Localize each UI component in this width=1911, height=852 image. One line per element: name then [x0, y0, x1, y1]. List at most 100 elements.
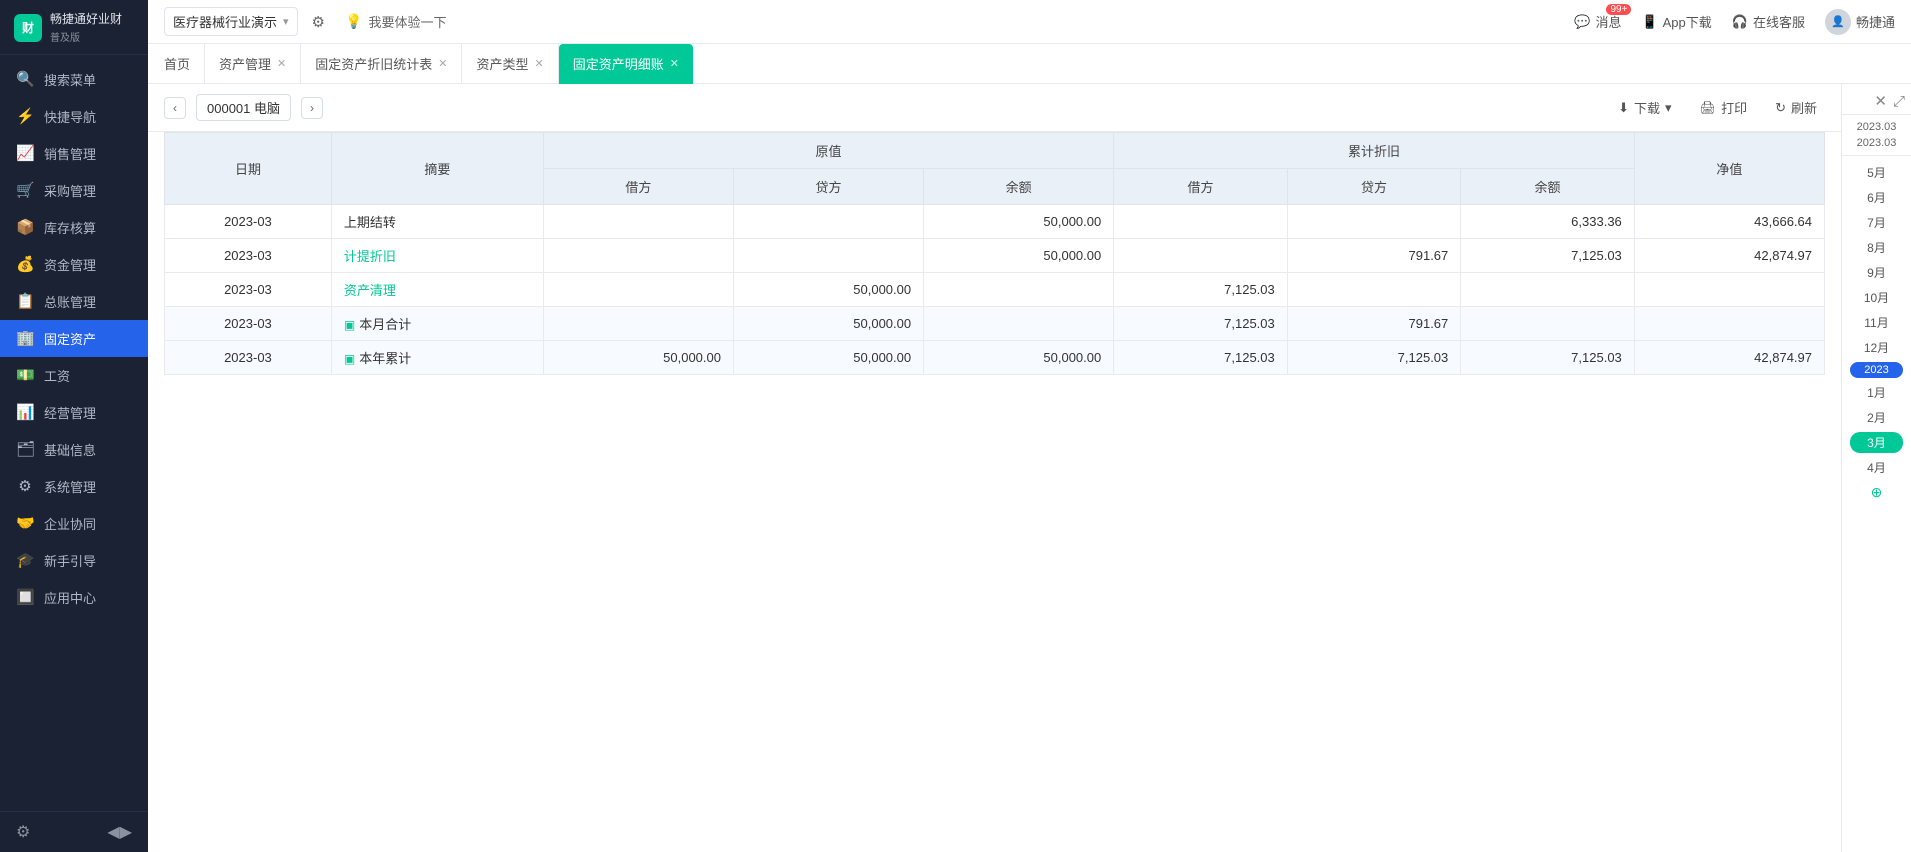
timeline-month[interactable]: 9月	[1842, 260, 1911, 285]
app-logo-icon: 财	[14, 14, 42, 42]
sidebar-icon: 🗂	[16, 440, 34, 458]
sidebar: 财 畅捷通好业财 普及版 🔍搜索菜单⚡快捷导航📈销售管理🛒采购管理📦库存核算💰资…	[0, 0, 148, 852]
sidebar-item-总账管理[interactable]: 📋 总账管理	[0, 283, 148, 320]
refresh-btn[interactable]: ↻ 刷新	[1767, 94, 1825, 121]
timeline-month[interactable]: 2月	[1842, 405, 1911, 430]
experience-label: 我要体验一下	[368, 12, 446, 31]
cell-jingzhi: 42,874.97	[1634, 239, 1824, 273]
sidebar-icon: ⚙	[16, 477, 34, 495]
cell-lj-df: 791.67	[1287, 239, 1461, 273]
cell-yz-jf	[543, 239, 733, 273]
messages-btn[interactable]: 💬 消息 99+	[1574, 12, 1621, 31]
sidebar-item-搜索菜单[interactable]: 🔍搜索菜单	[0, 61, 148, 98]
cell-lj-ye	[1461, 307, 1635, 341]
tab-label: 资产类型	[476, 54, 528, 73]
close-icon[interactable]: ✕	[1874, 92, 1887, 110]
topbar: 医疗器械行业演示 ▾ ⚙ 💡 我要体验一下 💬 消息 99+ 📱 App下载 🎧…	[148, 0, 1911, 44]
prev-arrow[interactable]: ‹	[164, 97, 186, 119]
table-row: 2023-03 ▣本月合计 50,000.00 7,125.03 791.67	[165, 307, 1825, 341]
online-service-label: 在线客服	[1753, 12, 1805, 31]
tab-close-icon[interactable]: ✕	[438, 57, 447, 70]
gear-icon[interactable]: ⚙	[312, 13, 325, 31]
timeline-active-month[interactable]: 3月	[1850, 432, 1903, 453]
sidebar-item-库存核算[interactable]: 📦库存核算	[0, 209, 148, 246]
col-yz-ye: 余额	[924, 169, 1114, 205]
timeline-down-arrow[interactable]: ⊕	[1842, 480, 1911, 505]
user-btn[interactable]: 👤 畅捷通	[1825, 9, 1895, 35]
avatar: 👤	[1825, 9, 1851, 35]
sidebar-item-系统管理[interactable]: ⚙系统管理	[0, 468, 148, 505]
tabs-bar: 首页资产管理✕固定资产折旧统计表✕ 资产类型 ✕ 固定资产明细账 ✕	[148, 44, 1911, 84]
sidebar-item-销售管理[interactable]: 📈销售管理	[0, 135, 148, 172]
tab-close-icon[interactable]: ✕	[670, 57, 679, 70]
timeline-month[interactable]: 8月	[1842, 235, 1911, 260]
cell-date: 2023-03	[165, 307, 332, 341]
cell-lj-ye: 7,125.03	[1461, 239, 1635, 273]
timeline-month[interactable]: 1月	[1842, 380, 1911, 405]
timeline-month[interactable]: 5月	[1842, 160, 1911, 185]
sidebar-item-应用中心[interactable]: 🔲应用中心	[0, 579, 148, 616]
cell-yz-jf	[543, 307, 733, 341]
next-arrow[interactable]: ›	[301, 97, 323, 119]
sidebar-label: 工资	[44, 366, 70, 385]
sidebar-label: 新手引导	[44, 551, 96, 570]
topbar-right: 💬 消息 99+ 📱 App下载 🎧 在线客服 👤 畅捷通	[1574, 9, 1895, 35]
col-jingzhi: 净值	[1634, 133, 1824, 205]
tab-首页[interactable]: 首页	[164, 44, 205, 84]
experience-btn[interactable]: 💡 我要体验一下	[345, 12, 446, 31]
cell-date: 2023-03	[165, 341, 332, 375]
timeline: 5月6月7月8月9月10月11月12月 2023 1月2月3月4月⊕	[1842, 156, 1911, 852]
app-download-btn[interactable]: 📱 App下载	[1641, 12, 1711, 31]
cell-lj-ye: 6,333.36	[1461, 205, 1635, 239]
collapse-icon[interactable]: ◀▶	[107, 822, 132, 842]
col-group-yuanzhi: 原值	[543, 133, 1113, 169]
sidebar-item-新手引导[interactable]: 🎓 新手引导	[0, 542, 148, 579]
sidebar-icon: 📋	[16, 292, 34, 310]
tab-close-icon[interactable]: ✕	[277, 57, 286, 70]
expand-icon[interactable]: ⤢	[1893, 93, 1905, 110]
timeline-month[interactable]: 10月	[1842, 285, 1911, 310]
download-btn[interactable]: ⬇ 下载 ▾	[1610, 94, 1679, 121]
sidebar-item-快捷导航[interactable]: ⚡快捷导航	[0, 98, 148, 135]
timeline-month[interactable]: 12月	[1842, 335, 1911, 360]
timeline-month[interactable]: 6月	[1842, 185, 1911, 210]
sidebar-item-固定资产[interactable]: 🏢固定资产	[0, 320, 148, 357]
timeline-month[interactable]: 4月	[1842, 455, 1911, 480]
cell-summary: 资产清理	[331, 273, 543, 307]
tab-label: 固定资产明细账	[573, 54, 664, 73]
sidebar-item-企业协同[interactable]: 🤝企业协同	[0, 505, 148, 542]
summary-icon: ▣	[344, 318, 355, 332]
sidebar-icon: 🔍	[16, 70, 34, 88]
sidebar-icon: 🎓	[16, 551, 34, 569]
timeline-month[interactable]: 7月	[1842, 210, 1911, 235]
sidebar-item-资金管理[interactable]: 💰资金管理	[0, 246, 148, 283]
cell-lj-jf	[1114, 205, 1288, 239]
sidebar-item-工资[interactable]: 💵工资	[0, 357, 148, 394]
online-service-btn[interactable]: 🎧 在线客服	[1732, 12, 1805, 31]
timeline-year-badge[interactable]: 2023	[1850, 362, 1903, 378]
tab-固定资产折旧统计表[interactable]: 固定资产折旧统计表✕	[301, 44, 462, 84]
sidebar-item-基础信息[interactable]: 🗂基础信息	[0, 431, 148, 468]
print-btn[interactable]: 🖨 打印	[1692, 94, 1756, 121]
tab-资产类型[interactable]: 资产类型 ✕	[462, 44, 558, 84]
col-lj-ye: 余额	[1461, 169, 1635, 205]
col-lj-jf: 借方	[1114, 169, 1288, 205]
sidebar-item-采购管理[interactable]: 🛒采购管理	[0, 172, 148, 209]
print-icon: 🖨	[1700, 100, 1717, 116]
tab-close-icon[interactable]: ✕	[535, 57, 544, 70]
col-yz-jf: 借方	[543, 169, 733, 205]
sidebar-icon: 📊	[16, 403, 34, 421]
company-selector[interactable]: 医疗器械行业演示 ▾	[164, 7, 298, 36]
cell-lj-jf: 7,125.03	[1114, 273, 1288, 307]
tab-资产管理[interactable]: 资产管理✕	[205, 44, 301, 84]
settings-icon[interactable]: ⚙	[16, 822, 30, 842]
timeline-month[interactable]: 11月	[1842, 310, 1911, 335]
sidebar-item-经营管理[interactable]: 📊经营管理	[0, 394, 148, 431]
messages-badge: 99+	[1606, 4, 1631, 15]
tab-固定资产明细账[interactable]: 固定资产明细账 ✕	[559, 44, 693, 84]
timeline-date-1: 2023.03	[1857, 115, 1897, 135]
cell-yz-ye	[924, 273, 1114, 307]
asset-tag[interactable]: 000001 电脑	[196, 94, 291, 121]
sidebar-label: 总账管理	[44, 292, 96, 311]
download-icon: ⬇	[1618, 100, 1629, 116]
